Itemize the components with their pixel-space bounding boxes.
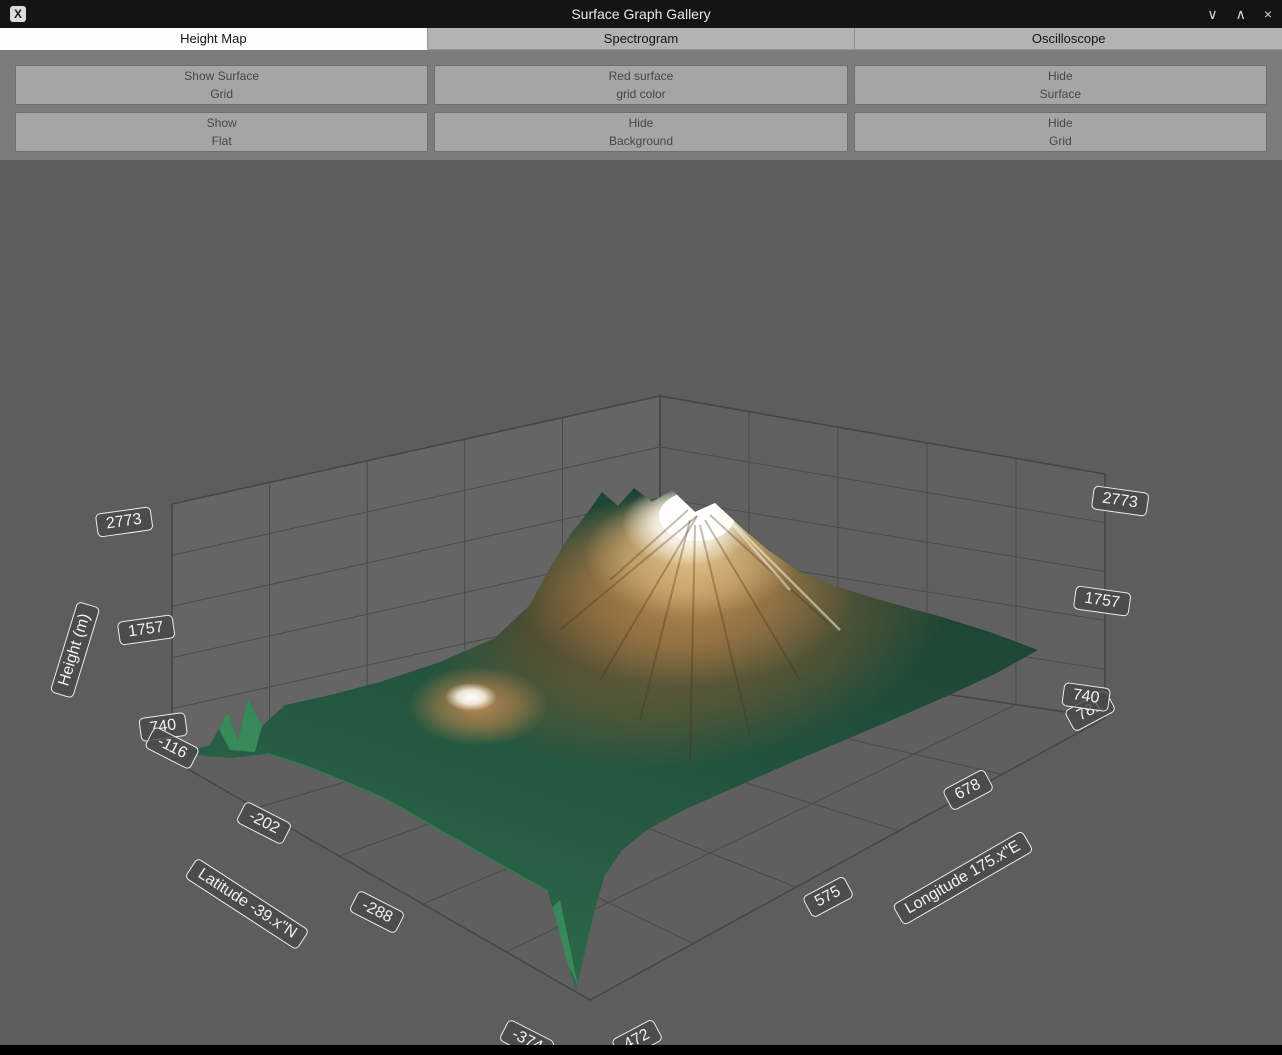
toolbar-row-2: Show Flat Hide Background Hide Grid [15, 112, 1267, 152]
button-label: Hide [855, 67, 1266, 85]
title-bar: X Surface Graph Gallery ∨ ∧ × [0, 0, 1282, 28]
window-controls: ∨ ∧ × [1207, 0, 1272, 28]
button-label: Surface [855, 85, 1266, 103]
surface-3d-view[interactable]: 781 740 1757 2773 740 1757 2773 Height (… [0, 160, 1282, 1045]
toolbar-row-1: Show Surface Grid Red surface grid color… [15, 65, 1267, 105]
close-button[interactable]: × [1264, 0, 1272, 28]
window-bottom-edge [0, 1045, 1282, 1055]
window-title: Surface Graph Gallery [0, 6, 1282, 22]
secondary-peak-snow [445, 683, 497, 711]
hide-grid-button[interactable]: Hide Grid [854, 112, 1267, 152]
tab-spectrogram[interactable]: Spectrogram [428, 28, 856, 50]
tab-height-map[interactable]: Height Map [0, 28, 428, 50]
button-label: Flat [16, 132, 427, 150]
hide-surface-button[interactable]: Hide Surface [854, 65, 1267, 105]
tab-oscilloscope[interactable]: Oscilloscope [855, 28, 1282, 50]
app-icon-glyph: X [14, 7, 22, 21]
button-label: Hide [855, 114, 1266, 132]
show-flat-button[interactable]: Show Flat [15, 112, 428, 152]
button-label: grid color [435, 85, 846, 103]
toolbar: Show Surface Grid Red surface grid color… [0, 50, 1282, 160]
app-icon: X [10, 6, 26, 22]
button-label: Show [16, 114, 427, 132]
button-label: Hide [435, 114, 846, 132]
tab-bar: Height Map Spectrogram Oscilloscope [0, 28, 1282, 50]
button-label: Red surface [435, 67, 846, 85]
hide-background-button[interactable]: Hide Background [434, 112, 847, 152]
show-surface-grid-button[interactable]: Show Surface Grid [15, 65, 428, 105]
button-label: Background [435, 132, 846, 150]
minimize-button[interactable]: ∨ [1207, 0, 1217, 28]
surface-grid-color-button[interactable]: Red surface grid color [434, 65, 847, 105]
button-label: Grid [855, 132, 1266, 150]
maximize-button[interactable]: ∧ [1236, 0, 1246, 28]
button-label: Grid [16, 85, 427, 103]
button-label: Show Surface [16, 67, 427, 85]
